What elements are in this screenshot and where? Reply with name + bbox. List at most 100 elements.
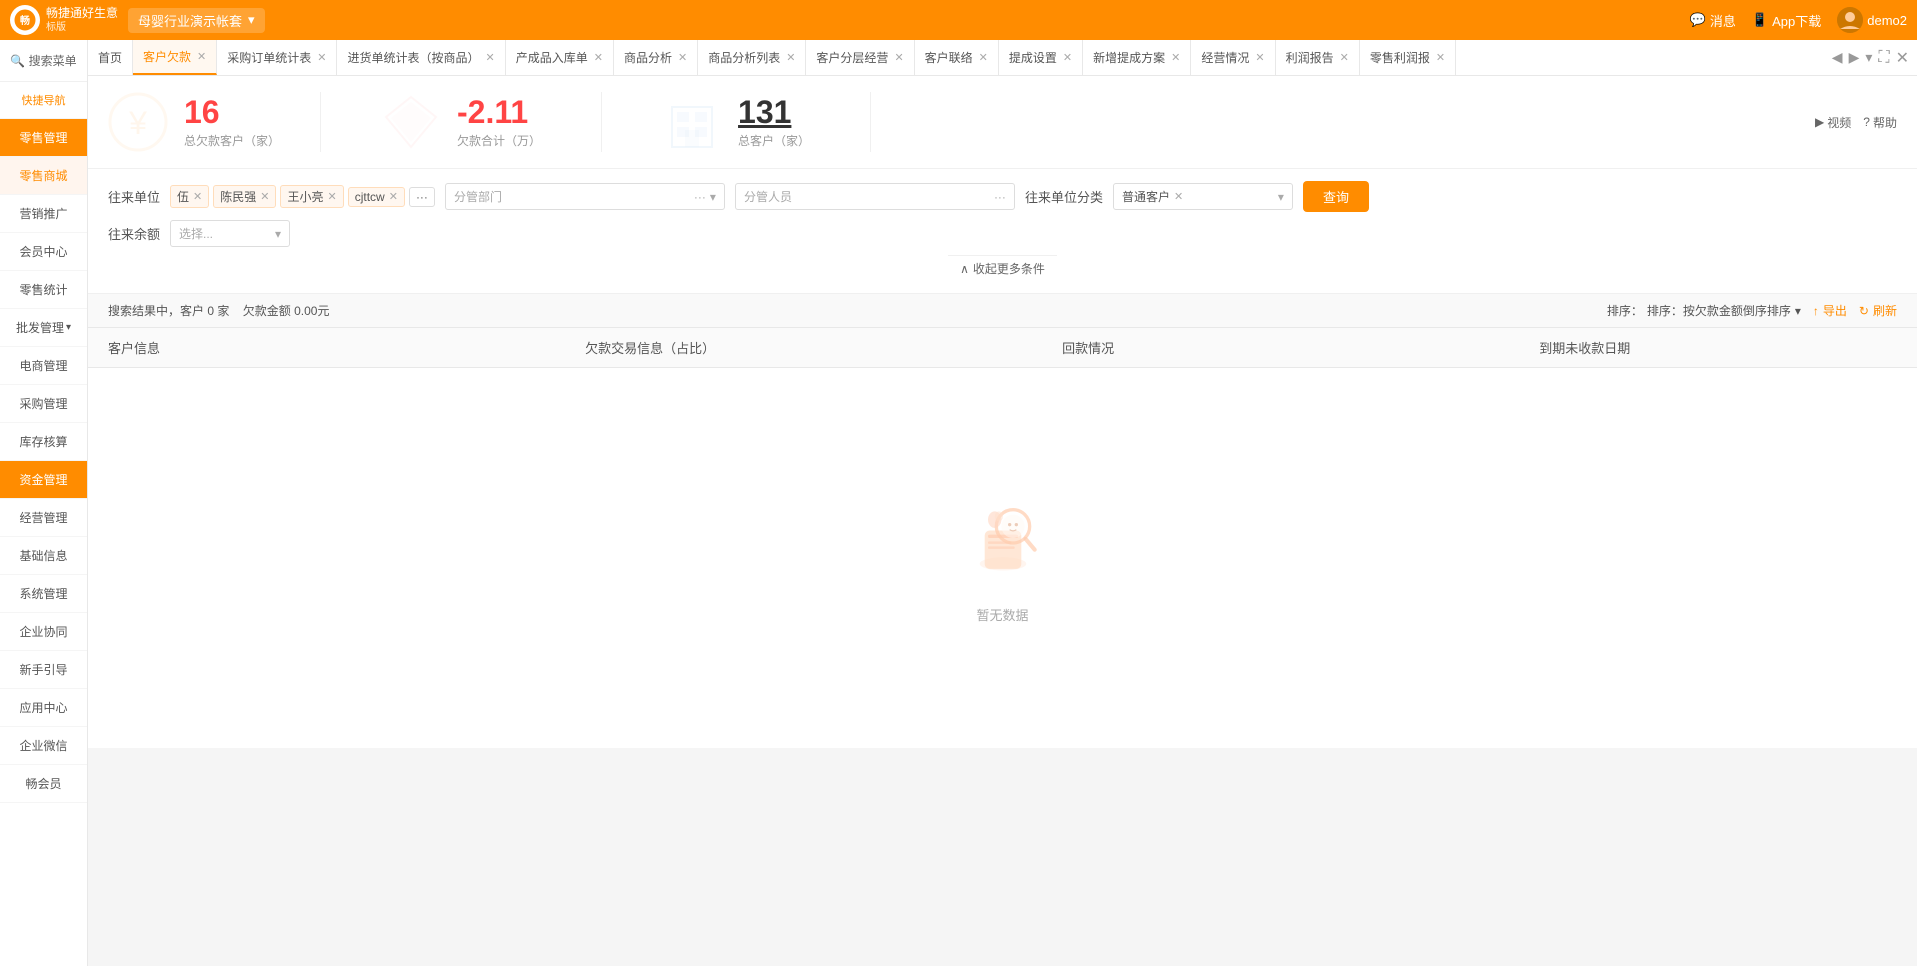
sidebar-item-app-center[interactable]: 应用中心 — [0, 689, 87, 727]
sidebar-item-wechat[interactable]: 企业微信 — [0, 727, 87, 765]
tab-close-icon[interactable]: ✕ — [1171, 51, 1180, 64]
sidebar-item-purchase[interactable]: 采购管理 — [0, 385, 87, 423]
stat-block-customers: ¥ 16 总欠款客户（家） — [108, 92, 321, 152]
app-download-btn[interactable]: 📱 App下载 — [1752, 11, 1821, 30]
filter-row-1: 往来单位 伍 ✕ 陈民强 ✕ 王小亮 ✕ — [108, 181, 1897, 212]
message-icon: 💬 — [1690, 12, 1706, 28]
yen-icon: ¥ — [108, 92, 168, 152]
tab-expand-icon[interactable]: ⛶ — [1878, 49, 1889, 67]
tab-bar-actions: ◀ ▶ ▾ ⛶ ✕ — [1824, 48, 1917, 68]
tab-close-icon[interactable]: ✕ — [1255, 51, 1264, 64]
user-profile[interactable]: demo2 — [1837, 7, 1907, 33]
sidebar-item-ecommerce[interactable]: 电商管理 — [0, 347, 87, 385]
sort-select[interactable]: 排序： 排序：按欠款金额倒序排序 ▾ — [1607, 302, 1801, 319]
balance-dropdown[interactable]: 选择... ▾ — [170, 220, 290, 247]
filter-tags: 伍 ✕ 陈民强 ✕ 王小亮 ✕ cjttcw ✕ — [170, 185, 435, 208]
sidebar-item-member[interactable]: 会员中心 — [0, 233, 87, 271]
tab-close-icon[interactable]: ✕ — [1340, 51, 1349, 64]
chevron-icon: ▾ — [66, 322, 71, 333]
tab-customer-debt[interactable]: 客户欠款 ✕ — [133, 40, 217, 75]
chevron-down-icon: ▾ — [710, 190, 716, 204]
help-link[interactable]: ? 帮助 — [1863, 114, 1897, 131]
tab-profit-report[interactable]: 利润报告 ✕ — [1276, 40, 1360, 75]
sidebar-item-basic-info[interactable]: 基础信息 — [0, 537, 87, 575]
filter-tag-wang: 王小亮 ✕ — [280, 185, 343, 208]
tab-customer-contact[interactable]: 客户联络 ✕ — [915, 40, 999, 75]
tag-close-wang[interactable]: ✕ — [328, 190, 337, 203]
tab-product-analysis[interactable]: 商品分析 ✕ — [614, 40, 698, 75]
balance-label: 往来余额 — [108, 224, 160, 243]
stat-info-customers: 16 总欠款客户（家） — [184, 96, 280, 149]
tab-retail-profit[interactable]: 零售利润报 ✕ — [1360, 40, 1456, 75]
tab-next-icon[interactable]: ▶ — [1849, 49, 1860, 66]
tab-close-icon[interactable]: ✕ — [1436, 51, 1445, 64]
filter-more-btn[interactable]: ··· — [409, 187, 435, 207]
tab-operations[interactable]: 经营情况 ✕ — [1191, 40, 1275, 75]
filter-tag-cjttcw: cjttcw ✕ — [348, 187, 405, 207]
tab-purchase-stats[interactable]: 进货单统计表（按商品） ✕ — [337, 40, 505, 75]
tab-close-icon[interactable]: ✕ — [594, 51, 603, 64]
export-btn[interactable]: ↑ 导出 — [1813, 302, 1847, 319]
unit-type-select[interactable]: 普通客户 ✕ ▾ — [1113, 183, 1293, 210]
refresh-btn[interactable]: ↻ 刷新 — [1859, 302, 1897, 319]
video-link[interactable]: ▶ 视频 — [1815, 114, 1851, 131]
tab-prev-icon[interactable]: ◀ — [1832, 49, 1843, 66]
sidebar-item-retail-mall[interactable]: 零售商城 — [0, 157, 87, 195]
messages-btn[interactable]: 💬 消息 — [1690, 11, 1736, 30]
tab-product-analysis-list[interactable]: 商品分析列表 ✕ — [698, 40, 806, 75]
tab-close-icon[interactable]: ✕ — [1063, 51, 1072, 64]
sidebar-item-changyunyuan[interactable]: 畅会员 — [0, 765, 87, 803]
tag-close-cjttcw[interactable]: ✕ — [389, 190, 398, 203]
empty-state: 暂无数据 — [953, 493, 1053, 624]
tab-menu-icon[interactable]: ▾ — [1865, 49, 1872, 66]
sidebar-quick-nav[interactable]: 快捷导航 — [0, 82, 87, 119]
play-icon: ▶ — [1815, 115, 1824, 129]
sidebar-item-system[interactable]: 系统管理 — [0, 575, 87, 613]
person-select[interactable]: 分管人员 ··· — [735, 183, 1015, 210]
tab-close-all-icon[interactable]: ✕ — [1896, 48, 1909, 68]
tab-close-icon[interactable]: ✕ — [486, 51, 495, 64]
search-menu-btn[interactable]: 🔍 搜索菜单 — [8, 48, 79, 73]
tab-product-inbound[interactable]: 产成品入库单 ✕ — [506, 40, 614, 75]
tab-customer-tier[interactable]: 客户分层经营 ✕ — [806, 40, 914, 75]
sidebar-item-operations[interactable]: 经营管理 — [0, 499, 87, 537]
unit-type-close[interactable]: ✕ — [1174, 190, 1183, 203]
sort-icon: 排序： — [1607, 302, 1643, 319]
tab-home[interactable]: 首页 — [88, 40, 133, 75]
tab-commission-settings[interactable]: 提成设置 ✕ — [999, 40, 1083, 75]
results-info: 搜索结果中，客户 0 家 欠款金额 0.00元 — [108, 302, 329, 319]
dept-select[interactable]: 分管部门 ··· ▾ — [445, 183, 725, 210]
stat-value-total: 131 — [738, 96, 810, 128]
tab-close-icon[interactable]: ✕ — [786, 51, 795, 64]
filter-row-2: 往来余额 选择... ▾ — [108, 220, 1897, 247]
tab-close-icon[interactable]: ✕ — [197, 50, 206, 63]
help-icon: ? — [1863, 115, 1870, 129]
tab-close-icon[interactable]: ✕ — [894, 51, 903, 64]
tab-purchase-order[interactable]: 采购订单统计表 ✕ — [217, 40, 337, 75]
tab-close-icon[interactable]: ✕ — [678, 51, 687, 64]
sidebar-item-marketing[interactable]: 营销推广 — [0, 195, 87, 233]
sidebar-item-retail-stats[interactable]: 零售统计 — [0, 271, 87, 309]
svg-text:畅: 畅 — [20, 14, 30, 27]
sidebar: 🔍 搜索菜单 快捷导航 零售管理 零售商城 营销推广 会员中心 零售统计 批发管… — [0, 40, 88, 966]
filter-area: 往来单位 伍 ✕ 陈民强 ✕ 王小亮 ✕ — [88, 169, 1917, 294]
avatar — [1837, 7, 1863, 33]
store-selector[interactable]: 母婴行业演示帐套 ▾ — [128, 8, 265, 33]
chevron-down-icon: ▾ — [248, 12, 255, 28]
sidebar-item-retail-mgmt[interactable]: 零售管理 — [0, 119, 87, 157]
tab-close-icon[interactable]: ✕ — [317, 51, 326, 64]
sidebar-item-enterprise[interactable]: 企业协同 — [0, 613, 87, 651]
sidebar-item-guide[interactable]: 新手引导 — [0, 651, 87, 689]
sidebar-item-wholesale[interactable]: 批发管理 ▾ — [0, 309, 87, 347]
top-header: 畅 畅捷通好生意 标版 母婴行业演示帐套 ▾ 💬 消息 📱 App下载 — [0, 0, 1917, 40]
stat-label-total: 总客户（家） — [738, 132, 810, 149]
sidebar-item-inventory[interactable]: 库存核算 — [0, 423, 87, 461]
tag-close-chen[interactable]: ✕ — [260, 190, 269, 203]
tab-close-icon[interactable]: ✕ — [979, 51, 988, 64]
query-button[interactable]: 查询 — [1303, 181, 1369, 212]
tab-new-commission[interactable]: 新增提成方案 ✕ — [1083, 40, 1191, 75]
chevron-down-icon: ▾ — [1795, 304, 1801, 318]
sidebar-item-finance[interactable]: 资金管理 — [0, 461, 87, 499]
tag-close-wu[interactable]: ✕ — [193, 190, 202, 203]
collapse-btn[interactable]: ∧ 收起更多条件 — [948, 255, 1057, 281]
